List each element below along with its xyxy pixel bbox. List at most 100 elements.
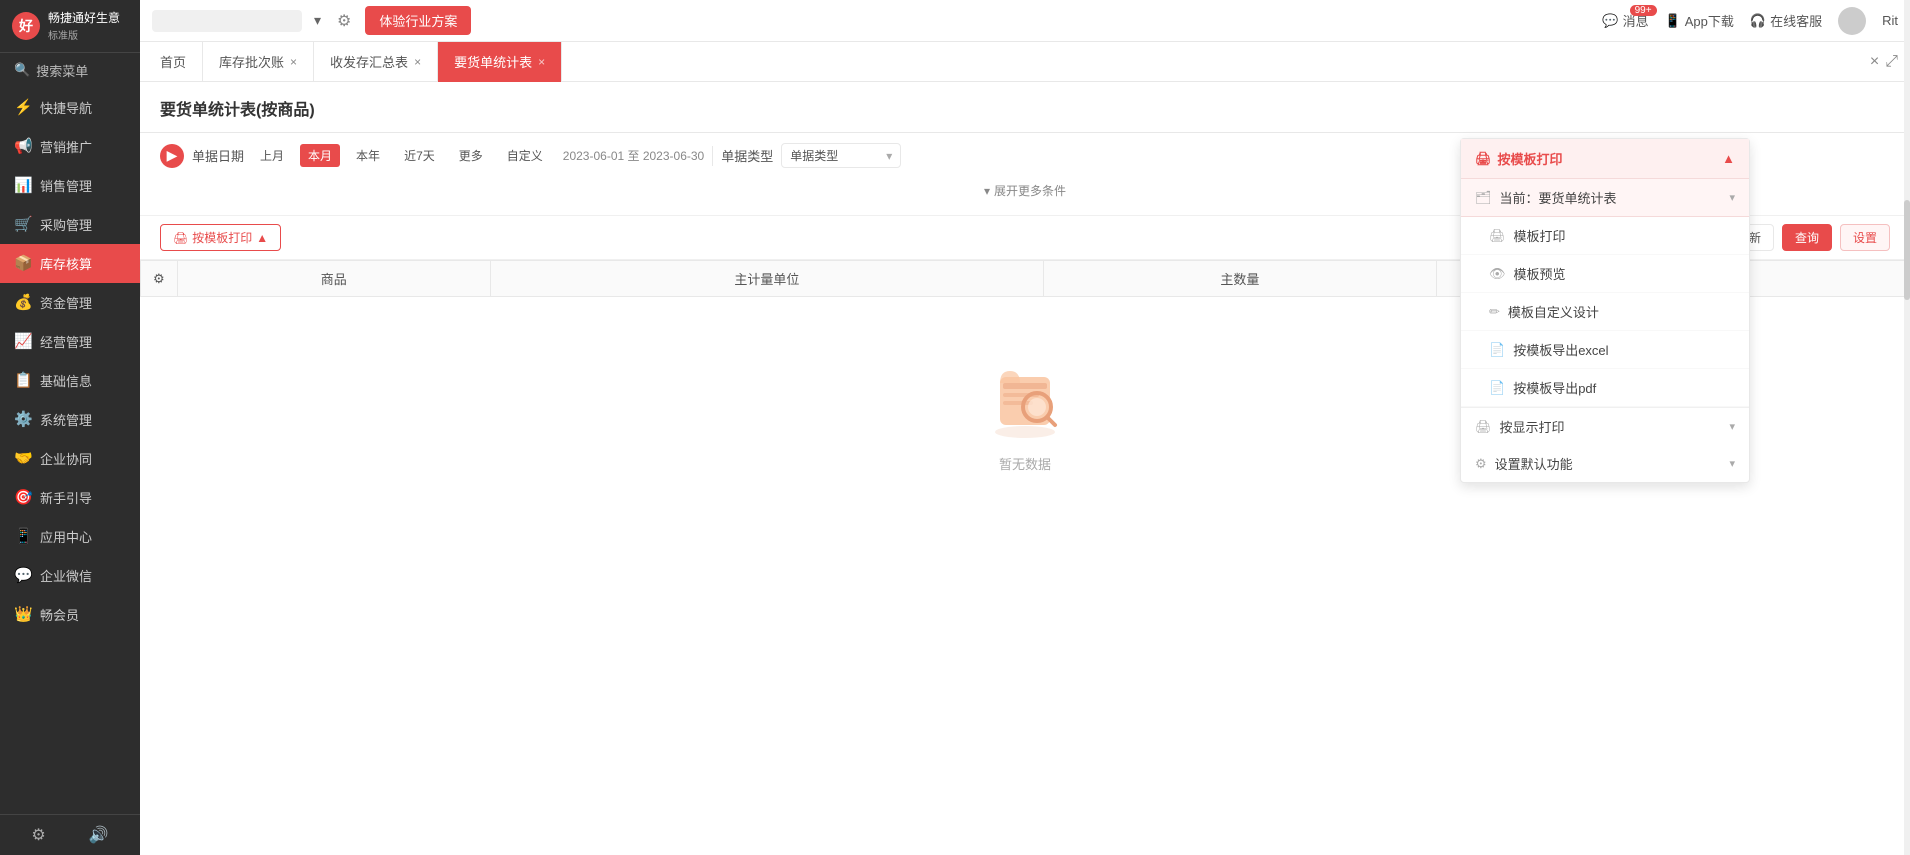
sidebar-item-basic-info[interactable]: 📋 基础信息 <box>0 361 140 400</box>
tab-order-stats[interactable]: 要货单统计表 × <box>438 42 562 82</box>
date-btn-current-year[interactable]: 本年 <box>348 144 388 167</box>
tabs-right-actions: × ⤢ <box>1870 53 1898 71</box>
online-service-item[interactable]: 🎧 在线客服 <box>1750 11 1822 30</box>
display-print-chevron: ▾ <box>1729 420 1735 433</box>
notification-item[interactable]: 💬 消息 99+ <box>1602 11 1648 30</box>
set-default-icon: ⚙ <box>1475 456 1487 472</box>
expand-icon: ▾ <box>984 184 990 198</box>
date-btn-custom[interactable]: 自定义 <box>499 144 551 167</box>
date-filter-label: 单据日期 <box>192 146 244 165</box>
col-quantity: 主数量 <box>1043 261 1436 297</box>
tab-receivable-summary[interactable]: 收发存汇总表 × <box>314 42 438 82</box>
date-btn-more[interactable]: 更多 <box>451 144 491 167</box>
sidebar-item-enterprise[interactable]: 🤝 企业协同 <box>0 439 140 478</box>
empty-state-text: 暂无数据 <box>999 454 1051 473</box>
user-name: Rit <box>1882 13 1898 28</box>
sidebar-item-marketing[interactable]: 📢 营销推广 <box>0 127 140 166</box>
page-header: 要货单统计表(按商品) <box>140 82 1910 133</box>
template-export-excel-item[interactable]: 📄 按模板导出excel <box>1461 331 1749 369</box>
date-btn-current-month[interactable]: 本月 <box>300 144 340 167</box>
topbar: ▾ ⚙ 体验行业方案 💬 消息 99+ 📱 App下载 🎧 在线客服 Rit <box>140 0 1910 42</box>
current-template-item[interactable]: 🗂 当前：要货单统计表 ▾ <box>1461 179 1749 217</box>
set-default-group[interactable]: ⚙ 设置默认功能 ▾ <box>1461 445 1749 482</box>
sidebar-item-quick-nav[interactable]: ⚡ 快捷导航 <box>0 88 140 127</box>
industry-solution-button[interactable]: 体验行业方案 <box>365 6 471 35</box>
template-print-item[interactable]: 🖨 模板打印 <box>1461 217 1749 255</box>
sidebar-item-purchase[interactable]: 🛒 采购管理 <box>0 205 140 244</box>
finance-icon: 💰 <box>14 293 32 311</box>
template-preview-item[interactable]: 👁 模板预览 <box>1461 255 1749 293</box>
tab-close-receivable-summary[interactable]: × <box>414 55 421 69</box>
print-dropdown-header: 🖨 按模板打印 ▲ <box>1461 139 1749 179</box>
sidebar-item-inventory[interactable]: 📦 库存核算 <box>0 244 140 283</box>
template-custom-item[interactable]: ✏ 模板自定义设计 <box>1461 293 1749 331</box>
template-export-pdf-icon: 📄 <box>1489 380 1505 396</box>
sidebar-item-enterprise-wechat[interactable]: 💬 企业微信 <box>0 556 140 595</box>
sidebar-item-new-guide[interactable]: 🎯 新手引导 <box>0 478 140 517</box>
basic-info-icon: 📋 <box>14 371 32 389</box>
template-export-pdf-item[interactable]: 📄 按模板导出pdf <box>1461 369 1749 407</box>
sidebar-logo: 好 畅捷通好生意 标准版 <box>0 0 140 53</box>
settings-button[interactable]: 设置 <box>1840 224 1890 251</box>
display-print-group[interactable]: 🖨 按显示打印 ▾ <box>1461 407 1749 445</box>
avatar[interactable] <box>1838 7 1866 35</box>
template-print-left: 🖨 模板打印 <box>1489 226 1566 245</box>
printer-header-icon: 🖨 <box>1475 151 1492 167</box>
vip-icon: 👑 <box>14 605 32 623</box>
app-download-item[interactable]: 📱 App下载 <box>1665 11 1734 30</box>
app-logo-icon: 好 <box>12 12 40 40</box>
sidebar-item-sales[interactable]: 📊 销售管理 <box>0 166 140 205</box>
new-guide-icon: 🎯 <box>14 488 32 506</box>
tab-close-order-stats[interactable]: × <box>538 55 545 69</box>
tab-inventory-batch[interactable]: 库存批次账 × <box>203 42 314 82</box>
set-default-left: ⚙ 设置默认功能 <box>1475 454 1573 473</box>
template-export-excel-left: 📄 按模板导出excel <box>1489 340 1609 359</box>
empty-state-illustration <box>975 357 1075 442</box>
right-scrollbar[interactable] <box>1904 0 1910 855</box>
search-icon: 🔍 <box>14 62 30 78</box>
notification-badge: 99+ <box>1630 5 1657 16</box>
current-template-icon: 🗂 <box>1475 190 1492 206</box>
operations-icon: 📈 <box>14 332 32 350</box>
filter-toggle-button[interactable]: ▶ <box>160 144 184 168</box>
display-print-left: 🖨 按显示打印 <box>1475 417 1565 436</box>
print-template-button[interactable]: 🖨 按模板打印 ▲ <box>160 224 281 251</box>
sidebar-item-system[interactable]: ⚙️ 系统管理 <box>0 400 140 439</box>
tab-home[interactable]: 首页 <box>152 42 203 82</box>
sidebar-item-finance[interactable]: 💰 资金管理 <box>0 283 140 322</box>
tab-close-all-icon[interactable]: × <box>1870 53 1879 71</box>
template-print-icon: 🖨 <box>1489 228 1506 244</box>
date-btn-last7days[interactable]: 近7天 <box>396 144 443 167</box>
app-logo-text: 畅捷通好生意 标准版 <box>48 10 120 42</box>
enterprise-icon: 🤝 <box>14 449 32 467</box>
template-export-excel-icon: 📄 <box>1489 342 1505 358</box>
tab-close-inventory-batch[interactable]: × <box>290 55 297 69</box>
current-template-chevron: ▾ <box>1729 191 1735 204</box>
template-export-pdf-left: 📄 按模板导出pdf <box>1489 378 1596 397</box>
sidebar-search[interactable]: 🔍 搜索菜单 <box>0 53 140 88</box>
speaker-footer-icon[interactable]: 🔊 <box>89 825 109 845</box>
settings-footer-icon[interactable]: ⚙ <box>31 825 45 845</box>
doc-type-select[interactable]: 单据类型 ▾ <box>781 143 901 168</box>
topbar-search-input[interactable] <box>152 10 302 32</box>
template-preview-icon: 👁 <box>1489 266 1506 282</box>
date-btn-prev-month[interactable]: 上月 <box>252 144 292 167</box>
page-title: 要货单统计表(按商品) <box>160 96 1890 120</box>
enterprise-wechat-icon: 💬 <box>14 566 32 584</box>
sidebar: 好 畅捷通好生意 标准版 🔍 搜索菜单 ⚡ 快捷导航 📢 营销推广 📊 销售管理… <box>0 0 140 855</box>
doc-type-placeholder: 单据类型 <box>790 147 838 164</box>
col-settings[interactable]: ⚙ <box>141 261 178 297</box>
sidebar-item-app-center[interactable]: 📱 应用中心 <box>0 517 140 556</box>
expand-more-button[interactable]: ▾ 展开更多条件 <box>972 176 1078 205</box>
sidebar-item-vip[interactable]: 👑 畅会员 <box>0 595 140 634</box>
right-scrollbar-thumb[interactable] <box>1904 200 1910 300</box>
topbar-dropdown-button[interactable]: ▾ <box>310 10 325 31</box>
print-dropdown-close-icon[interactable]: ▲ <box>1722 151 1735 166</box>
app-center-icon: 📱 <box>14 527 32 545</box>
set-default-chevron: ▾ <box>1729 457 1735 470</box>
sidebar-item-operations[interactable]: 📈 经营管理 <box>0 322 140 361</box>
display-print-icon: 🖨 <box>1475 419 1492 435</box>
query-button[interactable]: 查询 <box>1782 224 1832 251</box>
tab-fullscreen-icon[interactable]: ⤢ <box>1885 53 1898 71</box>
topbar-gear-icon[interactable]: ⚙ <box>337 11 351 31</box>
